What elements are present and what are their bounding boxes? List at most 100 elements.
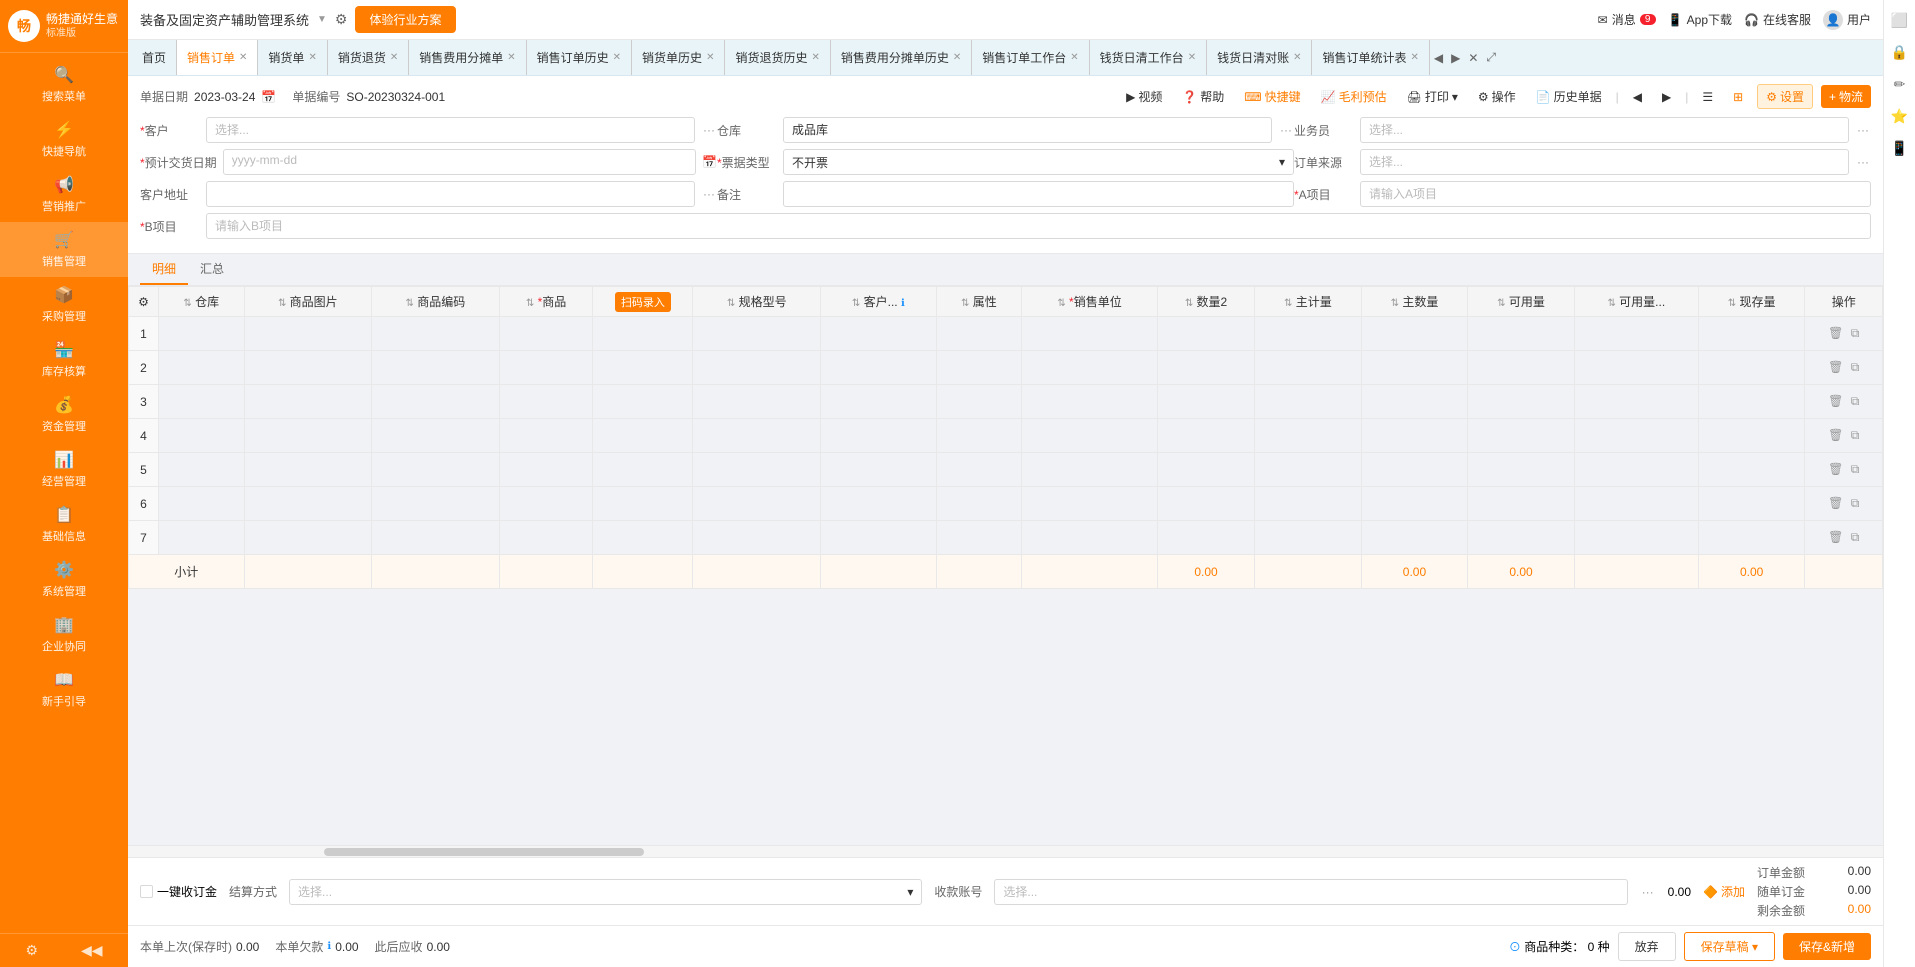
- row-attr[interactable]: [936, 317, 1022, 351]
- discard-btn[interactable]: 放弃: [1618, 932, 1676, 961]
- row-customer-spec[interactable]: [821, 385, 937, 419]
- tab-close-sales-expense[interactable]: ✕: [507, 52, 515, 63]
- row-delete-icon[interactable]: 🗑: [1828, 496, 1843, 510]
- col-product-image[interactable]: ⇅ 商品图片: [244, 287, 372, 317]
- history-btn[interactable]: 📄历史单据: [1530, 86, 1608, 107]
- row-product-code[interactable]: [372, 317, 500, 351]
- row-product-image[interactable]: [244, 487, 372, 521]
- row-product-code[interactable]: [372, 487, 500, 521]
- tab-sales-return[interactable]: 销货退货✕: [328, 40, 409, 75]
- row-available[interactable]: [1468, 419, 1575, 453]
- account-select[interactable]: 选择...: [994, 879, 1627, 905]
- row-available2[interactable]: [1574, 521, 1698, 555]
- row-available[interactable]: [1468, 351, 1575, 385]
- row-main-qty[interactable]: [1361, 317, 1468, 351]
- tab-sales-invoice[interactable]: 销货单✕: [258, 40, 327, 75]
- row-stock[interactable]: [1698, 351, 1805, 385]
- tab-close-invoice-history[interactable]: ✕: [706, 52, 714, 63]
- sidebar-item-enterprise[interactable]: 🏢企业协同: [0, 607, 128, 662]
- row-copy-icon[interactable]: ⧉: [1851, 530, 1860, 544]
- row-customer-spec[interactable]: [821, 453, 937, 487]
- a-project-input[interactable]: 请输入A项目: [1360, 181, 1871, 207]
- tab-return-history[interactable]: 销货退货历史✕: [725, 40, 830, 75]
- col-unit[interactable]: ⇅ *销售单位: [1022, 287, 1158, 317]
- row-stock[interactable]: [1698, 385, 1805, 419]
- tab-order-workbench[interactable]: 销售订单工作台✕: [972, 40, 1089, 75]
- user-btn[interactable]: 👤 用户: [1823, 10, 1871, 30]
- row-available[interactable]: [1468, 487, 1575, 521]
- row-warehouse[interactable]: [159, 487, 245, 521]
- row-main-qty[interactable]: [1361, 521, 1468, 555]
- row-qty2[interactable]: [1157, 385, 1254, 419]
- grid-view-btn[interactable]: ⊞: [1727, 88, 1749, 106]
- sidebar-item-system[interactable]: ⚙️系统管理: [0, 552, 128, 607]
- right-panel-btn-4[interactable]: ⭐: [1888, 104, 1912, 128]
- tab-close-sales-return[interactable]: ✕: [390, 52, 398, 63]
- debt-info-icon[interactable]: ℹ: [327, 941, 331, 952]
- col-product-code[interactable]: ⇅ 商品编码: [372, 287, 500, 317]
- row-main-unit[interactable]: [1255, 317, 1362, 351]
- row-main-qty[interactable]: [1361, 419, 1468, 453]
- row-product-image[interactable]: [244, 419, 372, 453]
- row-warehouse[interactable]: [159, 385, 245, 419]
- row-product[interactable]: [499, 385, 593, 419]
- tab-close-daily-clear[interactable]: ✕: [1188, 52, 1196, 63]
- nav-next-icon[interactable]: ▶: [1656, 88, 1677, 106]
- row-spec[interactable]: [693, 385, 821, 419]
- row-copy-icon[interactable]: ⧉: [1851, 428, 1860, 442]
- tab-close-sales-order-history[interactable]: ✕: [613, 52, 621, 63]
- add-btn[interactable]: 🔶 添加: [1703, 883, 1745, 900]
- search-circle-icon[interactable]: ⊙: [1509, 940, 1521, 954]
- row-product-image[interactable]: [244, 385, 372, 419]
- delivery-input[interactable]: yyyy-mm-dd: [223, 149, 696, 175]
- row-available[interactable]: [1468, 453, 1575, 487]
- row-attr[interactable]: [936, 419, 1022, 453]
- row-customer-spec[interactable]: [821, 521, 937, 555]
- tab-detail[interactable]: 明细: [140, 254, 188, 285]
- row-available2[interactable]: [1574, 487, 1698, 521]
- row-available[interactable]: [1468, 521, 1575, 555]
- scrollbar-thumb[interactable]: [324, 848, 644, 856]
- tab-sales-order-history[interactable]: 销售订单历史✕: [527, 40, 632, 75]
- row-copy-icon[interactable]: ⧉: [1851, 496, 1860, 510]
- row-available2[interactable]: [1574, 453, 1698, 487]
- row-copy-icon[interactable]: ⧉: [1851, 326, 1860, 340]
- row-delete-icon[interactable]: 🗑: [1828, 360, 1843, 374]
- tab-close-return-history[interactable]: ✕: [811, 52, 819, 63]
- online-support-btn[interactable]: 🎧 在线客服: [1744, 11, 1811, 28]
- row-main-qty[interactable]: [1361, 453, 1468, 487]
- tab-expense-history[interactable]: 销售费用分摊单历史✕: [831, 40, 972, 75]
- row-qty2[interactable]: [1157, 487, 1254, 521]
- row-product[interactable]: [499, 317, 593, 351]
- sidebar-item-sales[interactable]: 🛒销售管理: [0, 222, 128, 277]
- save-draft-btn[interactable]: 保存草稿 ▾: [1684, 932, 1775, 961]
- nav-prev-icon[interactable]: ◀: [1627, 88, 1648, 106]
- row-spec[interactable]: [693, 453, 821, 487]
- row-copy-icon[interactable]: ⧉: [1851, 360, 1860, 374]
- row-main-unit[interactable]: [1255, 521, 1362, 555]
- row-main-qty[interactable]: [1361, 487, 1468, 521]
- profit-btn[interactable]: 📈毛利预估: [1315, 86, 1393, 107]
- address-more-icon[interactable]: ···: [701, 187, 717, 201]
- row-available[interactable]: [1468, 385, 1575, 419]
- help-btn[interactable]: ❓帮助: [1176, 86, 1230, 107]
- tab-close-daily-account[interactable]: ✕: [1293, 52, 1301, 63]
- print-btn[interactable]: 🖨打印▾: [1401, 86, 1464, 107]
- row-qty2[interactable]: [1157, 521, 1254, 555]
- sidebar-item-operation[interactable]: 📊经营管理: [0, 442, 128, 497]
- salesperson-input[interactable]: 选择...: [1360, 117, 1849, 143]
- row-main-qty[interactable]: [1361, 385, 1468, 419]
- tab-daily-clear[interactable]: 钱货日清工作台✕: [1090, 40, 1207, 75]
- row-customer-spec[interactable]: [821, 317, 937, 351]
- sidebar-item-finance[interactable]: 💰资金管理: [0, 387, 128, 442]
- delivery-calendar-icon[interactable]: 📅: [702, 155, 717, 169]
- row-qty2[interactable]: [1157, 419, 1254, 453]
- app-download-btn[interactable]: 📱 App下载: [1668, 11, 1732, 28]
- experience-btn[interactable]: 体验行业方案: [355, 6, 455, 33]
- table-scrollbar[interactable]: [128, 845, 1883, 857]
- row-available2[interactable]: [1574, 385, 1698, 419]
- row-spec[interactable]: [693, 317, 821, 351]
- shortcut-btn[interactable]: ⌨快捷键: [1238, 86, 1306, 107]
- row-stock[interactable]: [1698, 453, 1805, 487]
- customer-more-icon[interactable]: ···: [701, 123, 717, 137]
